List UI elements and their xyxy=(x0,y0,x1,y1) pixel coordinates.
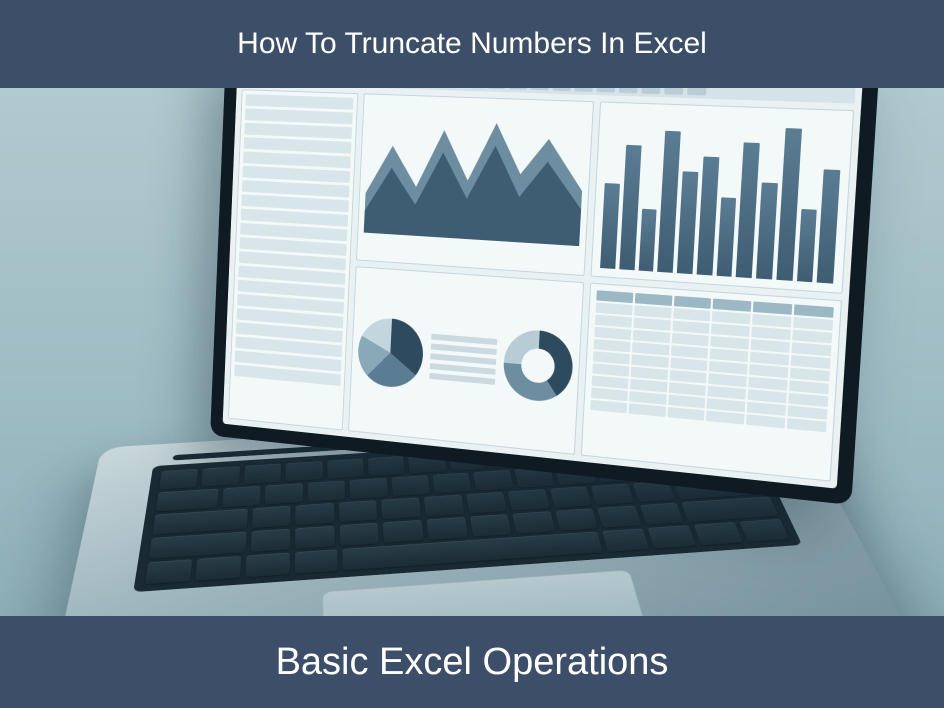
laptop-screen xyxy=(210,88,880,505)
spreadsheet-app xyxy=(222,88,863,489)
area-chart-icon xyxy=(363,100,586,246)
table-icon xyxy=(588,290,834,473)
bar-chart-icon xyxy=(598,109,846,286)
title-banner-bottom: Basic Excel Operations xyxy=(0,616,944,708)
pie-donut-panel xyxy=(348,266,584,455)
row-list-panel xyxy=(228,89,358,430)
subtitle-text: Basic Excel Operations xyxy=(276,641,669,684)
donut-chart-icon xyxy=(502,327,574,403)
title-text: How To Truncate Numbers In Excel xyxy=(237,27,707,61)
hero-scene xyxy=(0,88,944,616)
data-table-panel xyxy=(580,283,841,482)
pie-chart-icon xyxy=(356,316,424,390)
title-banner-top: How To Truncate Numbers In Excel xyxy=(0,0,944,88)
bar-chart-panel xyxy=(590,101,854,293)
area-chart-panel xyxy=(356,93,594,276)
laptop-trackpad xyxy=(322,570,659,616)
